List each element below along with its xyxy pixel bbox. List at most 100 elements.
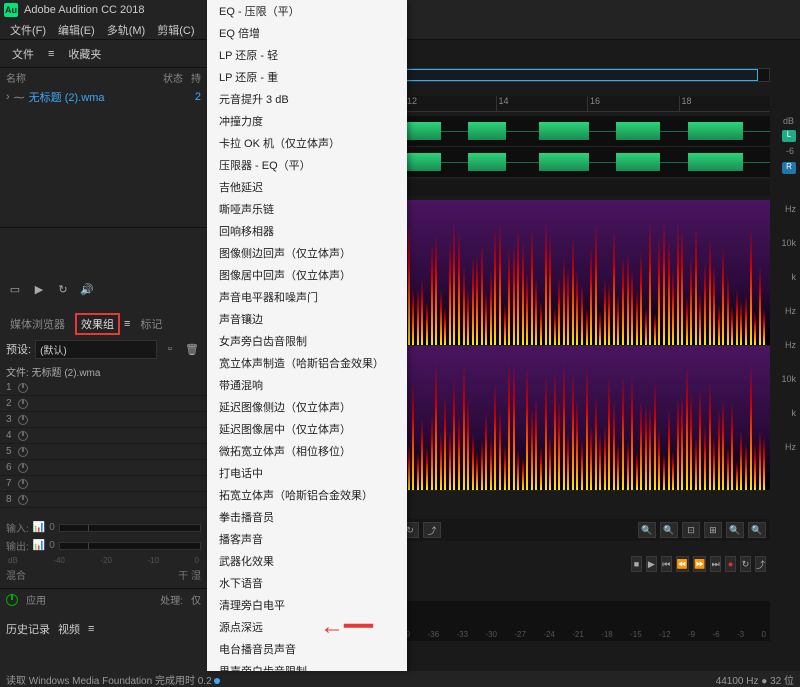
- power-icon[interactable]: [18, 495, 28, 505]
- col-duration[interactable]: 持: [191, 70, 201, 85]
- input-gain[interactable]: 0: [49, 522, 55, 533]
- tab-menu-icon[interactable]: ≡: [88, 623, 94, 635]
- col-status[interactable]: 状态: [163, 70, 183, 85]
- dropdown-item[interactable]: 声音电平器和噪声门: [207, 286, 407, 308]
- dropdown-item[interactable]: 拳击播音员: [207, 506, 407, 528]
- skip-sel-button[interactable]: ⤴: [423, 522, 441, 538]
- dropdown-item[interactable]: LP 还原 - 轻: [207, 44, 407, 66]
- tab-menu-icon[interactable]: ≡: [124, 318, 130, 330]
- fx-slot-1[interactable]: 1: [0, 380, 207, 396]
- fx-slot-4[interactable]: 4: [0, 428, 207, 444]
- dropdown-item[interactable]: 图像居中回声（仅立体声）: [207, 264, 407, 286]
- filter-icon[interactable]: ▭: [6, 280, 24, 298]
- dropdown-item[interactable]: 图像侧边回声（仅立体声）: [207, 242, 407, 264]
- fx-slot-6[interactable]: 6: [0, 460, 207, 476]
- rewind-button-2[interactable]: ⏪: [676, 556, 689, 572]
- dropdown-item[interactable]: 播客声音: [207, 528, 407, 550]
- tab-effects-rack[interactable]: 效果组: [75, 313, 120, 335]
- tab-marker[interactable]: 标记: [134, 314, 168, 334]
- tab-history[interactable]: 历史记录: [6, 621, 50, 637]
- tab-favorites[interactable]: 收藏夹: [62, 46, 107, 62]
- save-preset-icon[interactable]: ▫: [161, 340, 179, 358]
- power-icon[interactable]: [18, 415, 28, 425]
- dropdown-item[interactable]: 压限器 - EQ（平）: [207, 154, 407, 176]
- expand-arrow-icon[interactable]: ›: [6, 91, 10, 103]
- zoom-in-icon[interactable]: 🔍: [638, 522, 656, 538]
- zoom-out-v-icon[interactable]: 🔍: [748, 522, 766, 538]
- delete-preset-icon[interactable]: 🗑: [183, 340, 201, 358]
- power-icon[interactable]: [18, 399, 28, 409]
- dropdown-item[interactable]: 冲撞力度: [207, 110, 407, 132]
- dropdown-item[interactable]: EQ 倍增: [207, 22, 407, 44]
- play-button-2[interactable]: ▶: [646, 556, 657, 572]
- dropdown-item[interactable]: LP 还原 - 重: [207, 66, 407, 88]
- col-name[interactable]: 名称: [6, 70, 163, 85]
- dropdown-item[interactable]: 女声旁白齿音限制: [207, 330, 407, 352]
- preset-select[interactable]: (默认): [35, 340, 157, 359]
- autoplay-icon[interactable]: 🔊: [78, 280, 96, 298]
- input-label: 输入:: [6, 520, 29, 535]
- play-preview-icon[interactable]: ▶: [30, 280, 48, 298]
- dropdown-item[interactable]: 源点深远: [207, 616, 407, 638]
- dropdown-item[interactable]: 元音提升 3 dB: [207, 88, 407, 110]
- channel-l-badge[interactable]: L: [782, 130, 796, 142]
- zoom-sel-icon[interactable]: ⊞: [704, 522, 722, 538]
- process-only[interactable]: 仅: [191, 592, 201, 607]
- fx-slot-3[interactable]: 3: [0, 412, 207, 428]
- master-power-icon[interactable]: [6, 594, 18, 606]
- fx-slot-2[interactable]: 2: [0, 396, 207, 412]
- loop-button-2[interactable]: ↻: [740, 556, 751, 572]
- power-icon[interactable]: [18, 463, 28, 473]
- dropdown-item[interactable]: EQ - 压限（平）: [207, 0, 407, 22]
- file-row[interactable]: › ⁓ 无标题 (2).wma 2: [0, 87, 207, 107]
- overview-selection[interactable]: [386, 69, 758, 81]
- stop-button-2[interactable]: ■: [631, 556, 642, 572]
- dropdown-item[interactable]: 水下语音: [207, 572, 407, 594]
- skip-end-button-2[interactable]: ⏭: [710, 556, 721, 572]
- dropdown-item[interactable]: 卡拉 OK 机（仅立体声）: [207, 132, 407, 154]
- zoom-out-icon[interactable]: 🔍: [660, 522, 678, 538]
- dropdown-item[interactable]: 声音镶边: [207, 308, 407, 330]
- effects-preset-dropdown[interactable]: EQ - 压限（平）EQ 倍增LP 还原 - 轻LP 还原 - 重元音提升 3 …: [207, 0, 407, 671]
- fx-slot-8[interactable]: 8: [0, 492, 207, 508]
- dropdown-item[interactable]: 清理旁白电平: [207, 594, 407, 616]
- dropdown-item[interactable]: 武器化效果: [207, 550, 407, 572]
- dropdown-item[interactable]: 延迟图像居中（仅立体声）: [207, 418, 407, 440]
- zoom-full-icon[interactable]: ⊡: [682, 522, 700, 538]
- loop-icon[interactable]: ↻: [54, 280, 72, 298]
- fx-slot-7[interactable]: 7: [0, 476, 207, 492]
- output-meter: [59, 542, 201, 550]
- skip-sel-button-2[interactable]: ⤴: [755, 556, 766, 572]
- dropdown-item[interactable]: 打电话中: [207, 462, 407, 484]
- tab-video[interactable]: 视频: [58, 621, 80, 637]
- dropdown-item[interactable]: 拓宽立体声（哈斯铝合金效果）: [207, 484, 407, 506]
- menu-file[interactable]: 文件(F): [4, 22, 52, 38]
- waveform-icon: ⁓: [14, 91, 25, 104]
- power-icon[interactable]: [18, 431, 28, 441]
- record-button-2[interactable]: ●: [725, 556, 736, 572]
- skip-start-button-2[interactable]: ⏮: [661, 556, 672, 572]
- dropdown-item[interactable]: 男声旁白齿音限制: [207, 660, 407, 671]
- dropdown-item[interactable]: 带通混响: [207, 374, 407, 396]
- fx-slot-5[interactable]: 5: [0, 444, 207, 460]
- menu-edit[interactable]: 编辑(E): [52, 22, 101, 38]
- channel-r-badge[interactable]: R: [782, 162, 796, 174]
- power-icon[interactable]: [18, 447, 28, 457]
- apply-button[interactable]: 应用: [26, 592, 46, 607]
- dropdown-item[interactable]: 嘶哑声乐链: [207, 198, 407, 220]
- forward-button-2[interactable]: ⏩: [693, 556, 706, 572]
- output-gain[interactable]: 0: [49, 540, 55, 551]
- tab-file[interactable]: 文件: [6, 46, 40, 62]
- dropdown-item[interactable]: 吉他延迟: [207, 176, 407, 198]
- dropdown-item[interactable]: 延迟图像侧边（仅立体声）: [207, 396, 407, 418]
- power-icon[interactable]: [18, 479, 28, 489]
- dropdown-item[interactable]: 微拓宽立体声（相位移位）: [207, 440, 407, 462]
- tab-media-browser[interactable]: 媒体浏览器: [4, 314, 71, 334]
- dropdown-item[interactable]: 电台播音员声音: [207, 638, 407, 660]
- menu-multitrack[interactable]: 多轨(M): [101, 22, 152, 38]
- dropdown-item[interactable]: 宽立体声制造（哈斯铝合金效果）: [207, 352, 407, 374]
- power-icon[interactable]: [18, 383, 28, 393]
- dropdown-item[interactable]: 回响移相器: [207, 220, 407, 242]
- menu-clip[interactable]: 剪辑(C): [151, 22, 200, 38]
- zoom-in-v-icon[interactable]: 🔍: [726, 522, 744, 538]
